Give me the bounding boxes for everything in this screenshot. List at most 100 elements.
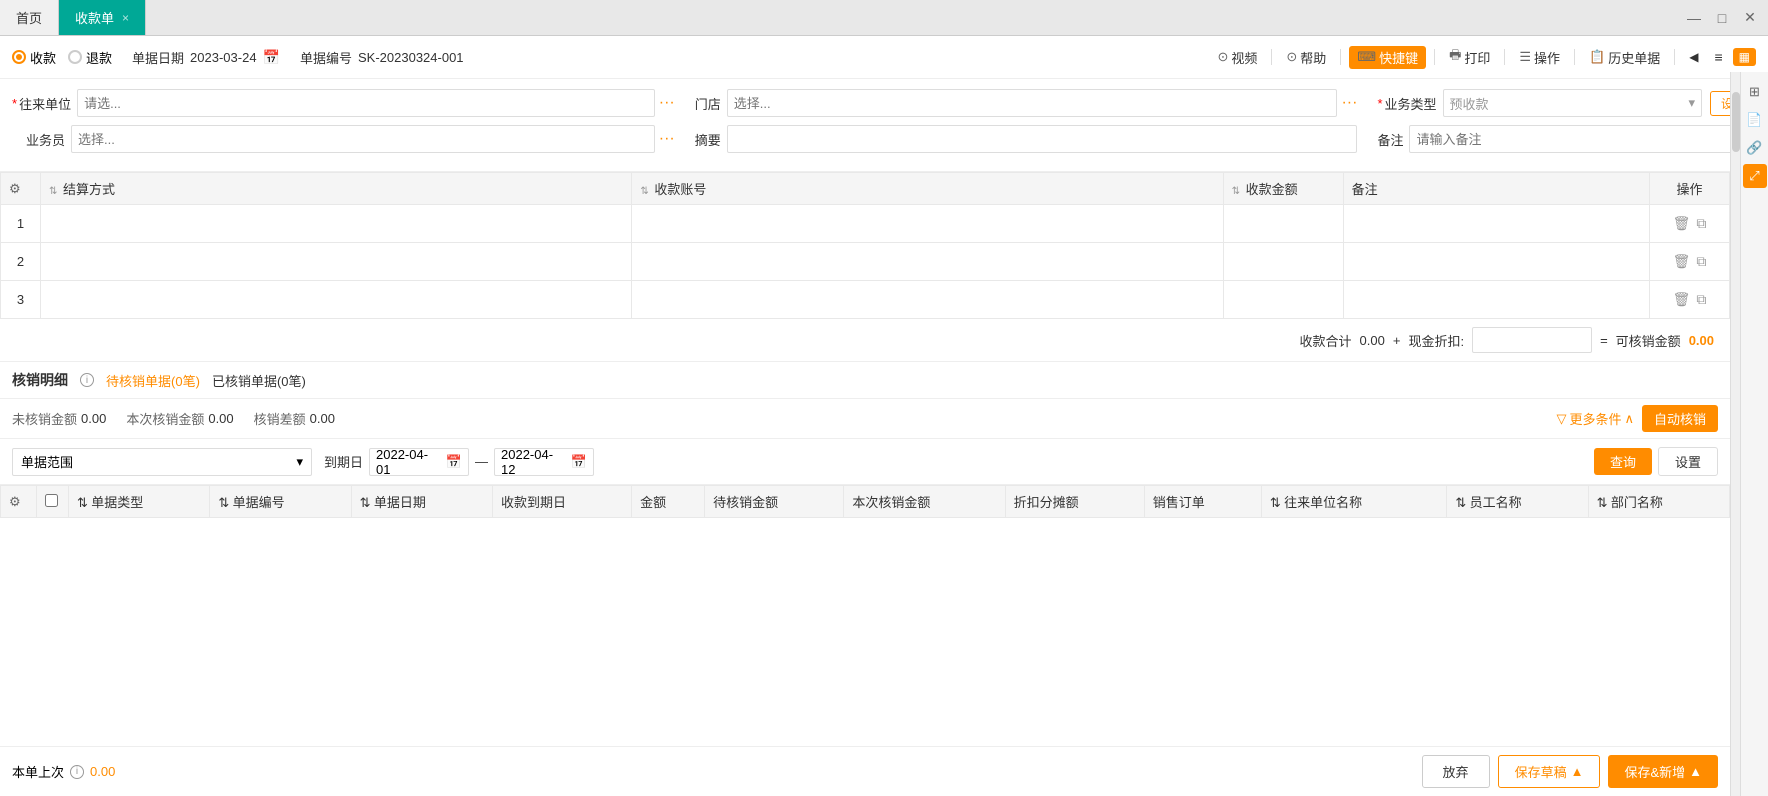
footer-info-icon[interactable]: i — [70, 765, 84, 779]
current-value: 0.00 — [208, 411, 233, 426]
range-select[interactable]: 单据范围 ▾ — [12, 448, 312, 476]
filter-row: 单据范围 ▾ 到期日 2022-04-01 📅 — 2022-04-12 📅 查… — [0, 439, 1730, 485]
row-remark-1[interactable] — [1343, 205, 1649, 243]
row-amount-1[interactable] — [1223, 205, 1343, 243]
minimize-btn[interactable]: — — [1684, 8, 1704, 28]
th-account: ⇅ 收款账号 — [632, 173, 1223, 205]
sort-icon-dept: ⇅ — [1597, 495, 1608, 510]
discount-label: 现金折扣: — [1408, 331, 1464, 350]
close-btn[interactable]: ✕ — [1740, 8, 1760, 28]
due-date-start-input[interactable]: 2022-04-01 📅 — [369, 448, 469, 476]
radio-shoukuan-circle — [12, 50, 26, 64]
store-group: 门店 ··· — [695, 89, 1358, 117]
delete-icon-1[interactable]: 🗑 — [1673, 215, 1691, 232]
delete-icon-3[interactable]: 🗑 — [1673, 291, 1691, 308]
row-settlement-1[interactable] — [41, 205, 632, 243]
receipt-type-group: 收款 退款 — [12, 48, 112, 67]
current-stat: 本次核销金额 0.00 — [126, 409, 233, 428]
business-type-select[interactable]: 预收款 ▾ — [1443, 89, 1702, 117]
th-gear: ⚙ — [1, 173, 41, 205]
side-link-icon[interactable]: 🔗 — [1743, 136, 1767, 160]
remark-input[interactable] — [1409, 125, 1756, 153]
scrollbar-track[interactable] — [1730, 72, 1740, 796]
auto-verification-btn[interactable]: 自动核销 — [1642, 405, 1718, 432]
copy-icon-2[interactable]: ⧉ — [1696, 253, 1706, 270]
side-table-icon[interactable]: ⊞ — [1743, 80, 1767, 104]
print-btn[interactable]: 🖶 打印 — [1443, 44, 1496, 70]
row-remark-2[interactable] — [1343, 243, 1649, 281]
radio-shoukuan[interactable]: 收款 — [12, 48, 56, 67]
staff-label: 业务员 — [26, 130, 65, 149]
save-draft-btn[interactable]: 保存草稿 ▲ — [1498, 755, 1601, 788]
maximize-btn[interactable]: □ — [1712, 8, 1732, 28]
action-icons-2: 🗑 ⧉ — [1658, 253, 1721, 270]
staff-more-icon[interactable]: ··· — [659, 130, 675, 148]
pending-link[interactable]: 待核销单据(0笔) — [106, 371, 200, 390]
save-new-label: 保存&新增 — [1624, 762, 1685, 781]
calendar-start-icon: 📅 — [446, 454, 462, 470]
row-settlement-2[interactable] — [41, 243, 632, 281]
side-doc-icon[interactable]: 📄 — [1743, 108, 1767, 132]
counterpart-more-icon[interactable]: ··· — [659, 94, 675, 112]
verification-info-icon[interactable]: i — [80, 373, 94, 387]
bth-discount-label: 折扣分摊额 — [1014, 495, 1079, 510]
sep3 — [1434, 49, 1435, 65]
store-input[interactable] — [727, 89, 1338, 117]
sort-icon-docnum: ⇅ — [218, 495, 229, 510]
side-expand-icon[interactable]: ⤢ — [1743, 164, 1767, 188]
row-action-1: 🗑 ⧉ — [1650, 205, 1730, 243]
shortcut-btn[interactable]: ⌨ 快捷键 — [1349, 46, 1426, 69]
table-gear-icon[interactable]: ⚙ — [9, 181, 21, 196]
tab-active[interactable]: 收款单 × — [59, 0, 146, 35]
row-amount-2[interactable] — [1223, 243, 1343, 281]
counterpart-input[interactable] — [77, 89, 655, 117]
calendar-icon[interactable]: 📅 — [263, 49, 280, 66]
remark-group: 备注 — [1377, 125, 1756, 153]
bottom-gear-icon[interactable]: ⚙ — [9, 494, 21, 509]
equals-sign: = — [1600, 333, 1608, 348]
tab-home[interactable]: 首页 — [0, 0, 59, 35]
discount-input[interactable] — [1472, 327, 1592, 353]
sort-icon-counterpart: ⇅ — [1270, 495, 1281, 510]
row-num-1: 1 — [1, 205, 41, 243]
unchecked-value: 0.00 — [81, 411, 106, 426]
save-new-btn[interactable]: 保存&新增 ▲ — [1608, 755, 1718, 788]
store-more-icon[interactable]: ··· — [1341, 94, 1357, 112]
row-settlement-3[interactable] — [41, 281, 632, 319]
radio-tuikuan[interactable]: 退款 — [68, 48, 112, 67]
video-btn[interactable]: ⊙ 视频 — [1211, 46, 1263, 69]
grid-view-btn[interactable]: ▦ — [1733, 48, 1756, 66]
row-account-3[interactable] — [632, 281, 1223, 319]
more-conditions-btn[interactable]: ▽ 更多条件 ∧ — [1556, 409, 1634, 428]
stats-right: ▽ 更多条件 ∧ 自动核销 — [1556, 405, 1718, 432]
dan-date-value[interactable]: 2023-03-24 — [190, 50, 257, 65]
dan-num-value[interactable]: SK-20230324-001 — [358, 50, 464, 65]
history-btn[interactable]: 📋 历史单据 — [1583, 46, 1666, 69]
tab-close-icon[interactable]: × — [122, 11, 129, 25]
copy-icon-1[interactable]: ⧉ — [1696, 215, 1706, 232]
staff-input[interactable] — [71, 125, 655, 153]
help-btn[interactable]: ⊙ 帮助 — [1280, 46, 1332, 69]
row-amount-3[interactable] — [1223, 281, 1343, 319]
operation-btn[interactable]: ☰ 操作 — [1513, 46, 1566, 69]
done-link[interactable]: 已核销单据(0笔) — [212, 371, 306, 390]
select-all-checkbox[interactable] — [45, 494, 58, 507]
th-action-label: 操作 — [1676, 182, 1702, 197]
scrollbar-thumb[interactable] — [1732, 92, 1740, 152]
row-remark-3[interactable] — [1343, 281, 1649, 319]
row-account-1[interactable] — [632, 205, 1223, 243]
bth-checkbox — [37, 486, 69, 518]
abandon-btn[interactable]: 放弃 — [1422, 755, 1490, 788]
delete-icon-2[interactable]: 🗑 — [1673, 253, 1691, 270]
query-btn[interactable]: 查询 — [1594, 448, 1652, 475]
summary-input[interactable] — [727, 125, 1358, 153]
prev-btn[interactable]: ◀ — [1683, 48, 1704, 66]
filter-setting-btn[interactable]: 设置 — [1658, 447, 1718, 476]
bth-counterpart-label: 往来单位名称 — [1284, 495, 1362, 510]
due-date-end-input[interactable]: 2022-04-12 📅 — [494, 448, 594, 476]
chevron-down-icon: ▾ — [1688, 95, 1695, 111]
copy-icon-3[interactable]: ⧉ — [1696, 291, 1706, 308]
date-filter-group: 到期日 2022-04-01 📅 — 2022-04-12 📅 — [324, 448, 594, 476]
row-account-2[interactable] — [632, 243, 1223, 281]
staff-group: 业务员 ··· — [12, 125, 675, 153]
